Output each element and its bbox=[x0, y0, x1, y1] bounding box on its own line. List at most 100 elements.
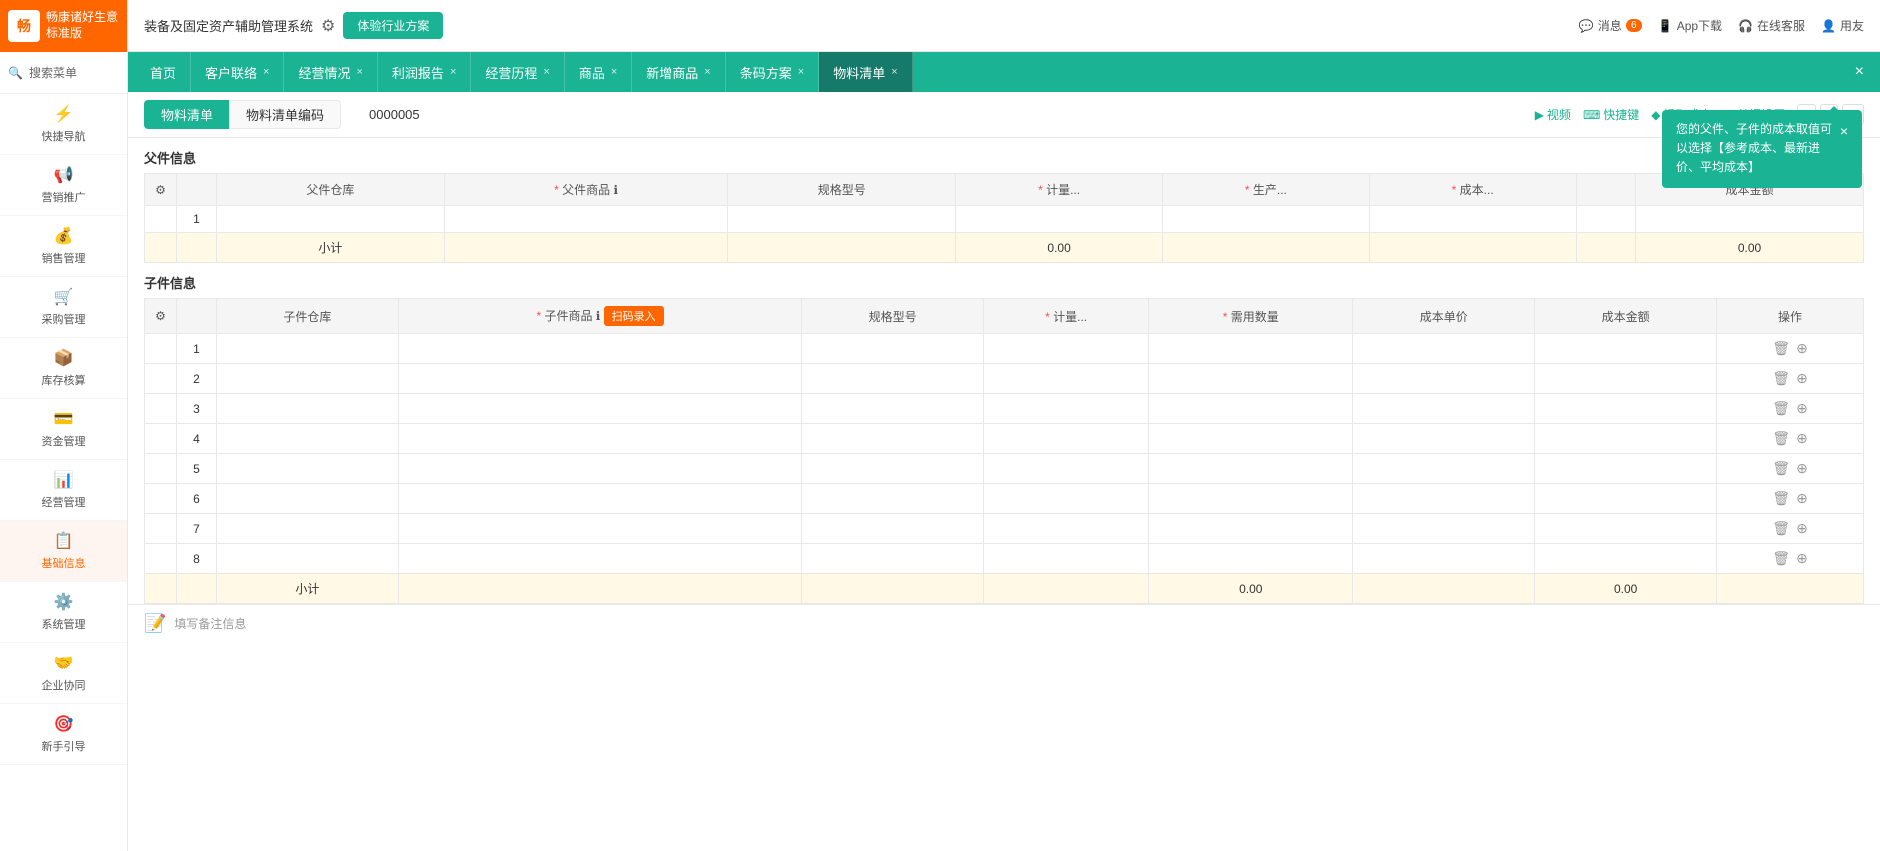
parent-row-1-settings bbox=[145, 206, 177, 233]
copy-icon-3[interactable]: ⊕ bbox=[1796, 400, 1808, 417]
logo-icon: 畅 bbox=[8, 10, 40, 42]
child-col-num bbox=[177, 299, 217, 334]
sidebar-item-system[interactable]: ⚙️ 系统管理 bbox=[0, 582, 127, 643]
child-subtotal-qty: 0.00 bbox=[1149, 574, 1353, 604]
parent-row-1-spec[interactable] bbox=[728, 206, 956, 233]
online-service-button[interactable]: 🎧 在线客服 bbox=[1738, 17, 1805, 34]
shortcut-button[interactable]: ⌨ 快捷键 bbox=[1583, 106, 1639, 123]
sub-header: 物料清单 物料清单编码 0000005 ▶ 视频 ⌨ 快捷键 bbox=[128, 92, 1880, 138]
sidebar-item-operations[interactable]: 📊 经营管理 bbox=[0, 460, 127, 521]
view-video-button[interactable]: ▶ 视频 bbox=[1535, 106, 1571, 123]
delete-icon-8[interactable]: 🗑 bbox=[1772, 550, 1790, 567]
scan-input-button[interactable]: 扫码录入 bbox=[604, 306, 664, 326]
parent-row-1-num: 1 bbox=[177, 206, 217, 233]
copy-icon-4[interactable]: ⊕ bbox=[1796, 430, 1808, 447]
delete-icon-2[interactable]: 🗑 bbox=[1772, 370, 1790, 387]
tab-history-close[interactable]: × bbox=[543, 66, 549, 78]
parent-col-filler bbox=[1576, 174, 1636, 206]
tab-customer-close[interactable]: × bbox=[263, 66, 269, 78]
parent-row-1-unit[interactable] bbox=[956, 206, 1163, 233]
settings-button[interactable]: ⚙ bbox=[321, 16, 335, 36]
parent-row-1-cost[interactable] bbox=[1369, 206, 1576, 233]
child-row-1-warehouse[interactable] bbox=[217, 334, 399, 364]
child-row-1-actions: 🗑 ⊕ bbox=[1717, 334, 1864, 364]
sidebar-item-finance[interactable]: 💳 资金管理 bbox=[0, 399, 127, 460]
delete-icon-4[interactable]: 🗑 bbox=[1772, 430, 1790, 447]
child-section-title: 子件信息 bbox=[128, 263, 1880, 298]
system-icon: ⚙️ bbox=[54, 592, 74, 612]
notes-icon: 📝 bbox=[144, 613, 166, 634]
purchase-icon: 🛒 bbox=[54, 287, 74, 307]
sidebar-item-cooperation[interactable]: 🤝 企业协同 bbox=[0, 643, 127, 704]
sidebar-item-marketing[interactable]: 📢 营销推广 bbox=[0, 155, 127, 216]
delete-icon-7[interactable]: 🗑 bbox=[1772, 520, 1790, 537]
parent-col-cost: * 成本... bbox=[1369, 174, 1576, 206]
child-row-1-qty[interactable] bbox=[1149, 334, 1353, 364]
copy-icon-2[interactable]: ⊕ bbox=[1796, 370, 1808, 387]
parent-row-1-goods[interactable] bbox=[444, 206, 728, 233]
tab-home[interactable]: 首页 bbox=[136, 52, 191, 92]
tab-history[interactable]: 经营历程 × bbox=[471, 52, 564, 92]
sub-tab-bom[interactable]: 物料清单 bbox=[144, 100, 229, 129]
tab-profit-close[interactable]: × bbox=[450, 66, 456, 78]
top-header: 装备及固定资产辅助管理系统 ⚙ 体验行业方案 💬 消息 6 📱 App下载 🎧 … bbox=[128, 0, 1880, 52]
sidebar-item-quick-nav[interactable]: ⚡ 快捷导航 bbox=[0, 94, 127, 155]
delete-icon-1[interactable]: 🗑 bbox=[1772, 340, 1790, 357]
copy-icon-6[interactable]: ⊕ bbox=[1796, 490, 1808, 507]
inventory-icon: 📦 bbox=[54, 348, 74, 368]
child-row-1-unit[interactable] bbox=[984, 334, 1149, 364]
parent-row-1: 1 bbox=[145, 206, 1864, 233]
delete-icon-5[interactable]: 🗑 bbox=[1772, 460, 1790, 477]
sidebar-search-section: 🔍 搜索菜单 bbox=[0, 52, 127, 94]
tab-goods[interactable]: 商品 × bbox=[565, 52, 632, 92]
child-col-unit: * 计量... bbox=[984, 299, 1149, 334]
tab-barcode[interactable]: 条码方案 × bbox=[726, 52, 819, 92]
child-row-1-amount bbox=[1535, 334, 1717, 364]
copy-icon-7[interactable]: ⊕ bbox=[1796, 520, 1808, 537]
copy-icon-1[interactable]: ⊕ bbox=[1796, 340, 1808, 357]
tab-operations[interactable]: 经营情况 × bbox=[284, 52, 377, 92]
tab-new-goods-close[interactable]: × bbox=[704, 66, 710, 78]
parent-col-production: * 生产... bbox=[1162, 174, 1369, 206]
sidebar-item-sales[interactable]: 💰 销售管理 bbox=[0, 216, 127, 277]
message-badge: 6 bbox=[1626, 19, 1642, 32]
child-row-1-goods[interactable] bbox=[398, 334, 801, 364]
tab-bom[interactable]: 物料清单 × bbox=[819, 52, 912, 92]
child-row-1-spec[interactable] bbox=[802, 334, 984, 364]
operations-icon: 📊 bbox=[54, 470, 74, 490]
marketing-icon: 📢 bbox=[54, 165, 74, 185]
child-row-6: 6 🗑⊕ bbox=[145, 484, 1864, 514]
child-col-unit-cost: 成本单价 bbox=[1353, 299, 1535, 334]
child-col-settings[interactable]: ⚙ bbox=[145, 299, 177, 334]
try-button[interactable]: 体验行业方案 bbox=[343, 12, 443, 39]
cost-tooltip: × 您的父件、子件的成本取值可以选择【参考成本、最新进价、平均成本】 bbox=[1662, 110, 1862, 188]
parent-row-1-production[interactable] bbox=[1162, 206, 1369, 233]
app-download-button[interactable]: 📱 App下载 bbox=[1658, 17, 1722, 34]
child-subtotal-label: 小计 bbox=[217, 574, 399, 604]
tab-customer[interactable]: 客户联络 × bbox=[191, 52, 284, 92]
tab-bom-close[interactable]: × bbox=[891, 66, 897, 78]
copy-icon-8[interactable]: ⊕ bbox=[1796, 550, 1808, 567]
tab-operations-close[interactable]: × bbox=[356, 66, 362, 78]
child-row-1-unit-cost[interactable] bbox=[1353, 334, 1535, 364]
delete-icon-3[interactable]: 🗑 bbox=[1772, 400, 1790, 417]
messages-button[interactable]: 💬 消息 6 bbox=[1579, 17, 1642, 34]
sub-tab-bom-code[interactable]: 物料清单编码 bbox=[229, 100, 341, 129]
copy-icon-5[interactable]: ⊕ bbox=[1796, 460, 1808, 477]
tab-new-goods[interactable]: 新增商品 × bbox=[632, 52, 725, 92]
user-button[interactable]: 👤 用友 bbox=[1821, 17, 1864, 34]
child-col-amount: 成本金额 bbox=[1535, 299, 1717, 334]
delete-icon-6[interactable]: 🗑 bbox=[1772, 490, 1790, 507]
parent-col-settings[interactable]: ⚙ bbox=[145, 174, 177, 206]
sidebar-item-inventory[interactable]: 📦 库存核算 bbox=[0, 338, 127, 399]
sidebar-item-purchase[interactable]: 🛒 采购管理 bbox=[0, 277, 127, 338]
sidebar-item-basic-info[interactable]: 📋 基础信息 bbox=[0, 521, 127, 582]
tab-profit[interactable]: 利润报告 × bbox=[378, 52, 471, 92]
sidebar-item-guide[interactable]: 🎯 新手引导 bbox=[0, 704, 127, 765]
tab-goods-close[interactable]: × bbox=[611, 66, 617, 78]
tab-barcode-close[interactable]: × bbox=[798, 66, 804, 78]
close-all-tabs[interactable]: × bbox=[1847, 63, 1872, 81]
tooltip-close-button[interactable]: × bbox=[1840, 120, 1848, 142]
search-menu-button[interactable]: 🔍 搜索菜单 bbox=[8, 60, 119, 85]
parent-row-1-warehouse[interactable] bbox=[217, 206, 445, 233]
